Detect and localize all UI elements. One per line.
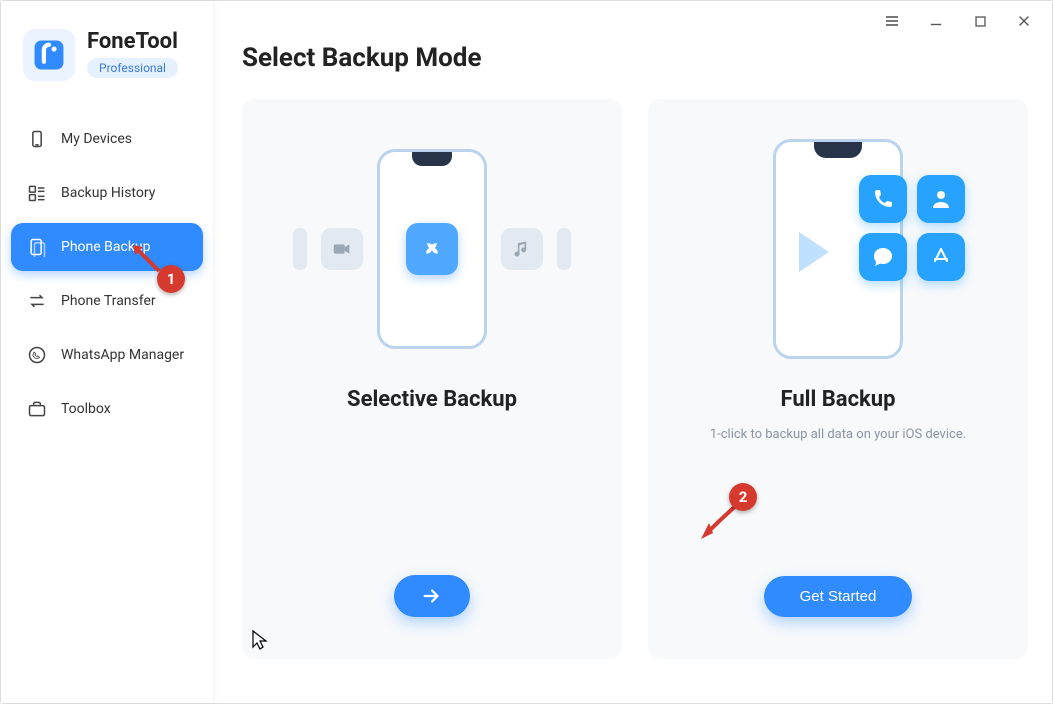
- contact-app-icon: [917, 175, 965, 223]
- sidebar-item-whatsapp-manager[interactable]: WhatsApp Manager: [11, 331, 203, 379]
- whatsapp-icon: [27, 345, 47, 365]
- sidebar-item-toolbox[interactable]: Toolbox: [11, 385, 203, 433]
- card-title-selective: Selective Backup: [347, 387, 517, 412]
- message-app-icon: [859, 233, 907, 281]
- appstore-app-icon: [917, 233, 965, 281]
- toolbox-icon: [27, 399, 47, 419]
- cards-row: Selective Backup: [242, 99, 1028, 659]
- card-title-full: Full Backup: [781, 387, 896, 412]
- right-stub-icon: [557, 228, 571, 270]
- sidebar-item-label: Toolbox: [61, 401, 111, 417]
- fan-icon: [406, 223, 458, 275]
- history-icon: [27, 183, 47, 203]
- sidebar-item-my-devices[interactable]: My Devices: [11, 115, 203, 163]
- phone-app-icon: [859, 175, 907, 223]
- card-selective-backup[interactable]: Selective Backup: [242, 99, 622, 659]
- brand: FoneTool Professional: [11, 29, 203, 89]
- card-subtitle-full: 1-click to backup all data on your iOS d…: [710, 426, 966, 460]
- phone-mock-icon: [377, 149, 487, 349]
- sidebar-item-label: My Devices: [61, 131, 132, 147]
- brand-tier-badge: Professional: [87, 58, 178, 78]
- minimize-icon[interactable]: [928, 13, 944, 29]
- sidebar-item-backup-history[interactable]: Backup History: [11, 169, 203, 217]
- sidebar-item-label: Backup History: [61, 185, 155, 201]
- illustration-full: [672, 139, 1004, 359]
- sidebar: FoneTool Professional My Devices Backup …: [1, 1, 214, 703]
- chevron-shape-icon: [794, 222, 854, 282]
- device-icon: [27, 129, 47, 149]
- video-icon: [321, 228, 363, 270]
- annotation-badge-2: 2: [729, 483, 757, 511]
- brand-name: FoneTool: [87, 29, 178, 54]
- main: Select Backup Mode: [214, 1, 1052, 703]
- backup-icon: [27, 237, 47, 257]
- menu-icon[interactable]: [884, 13, 900, 29]
- cursor-icon: [251, 629, 269, 651]
- selective-get-started-button[interactable]: [394, 575, 470, 617]
- brand-logo-icon: [23, 29, 75, 81]
- close-icon[interactable]: [1016, 13, 1032, 29]
- page-title: Select Backup Mode: [242, 43, 1028, 73]
- card-full-backup[interactable]: Full Backup 1-click to backup all data o…: [648, 99, 1028, 659]
- transfer-icon: [27, 291, 47, 311]
- sidebar-item-label: Phone Transfer: [61, 293, 156, 309]
- sidebar-item-phone-backup[interactable]: Phone Backup: [11, 223, 203, 271]
- sidebar-item-label: WhatsApp Manager: [61, 347, 184, 363]
- full-get-started-button[interactable]: Get Started: [764, 576, 913, 617]
- annotation-badge-1: 1: [157, 265, 185, 293]
- music-icon: [501, 228, 543, 270]
- app-window: FoneTool Professional My Devices Backup …: [0, 0, 1053, 704]
- title-bar: [864, 1, 1052, 41]
- illustration-selective: [266, 139, 598, 359]
- left-stub-icon: [293, 228, 307, 270]
- maximize-icon[interactable]: [972, 13, 988, 29]
